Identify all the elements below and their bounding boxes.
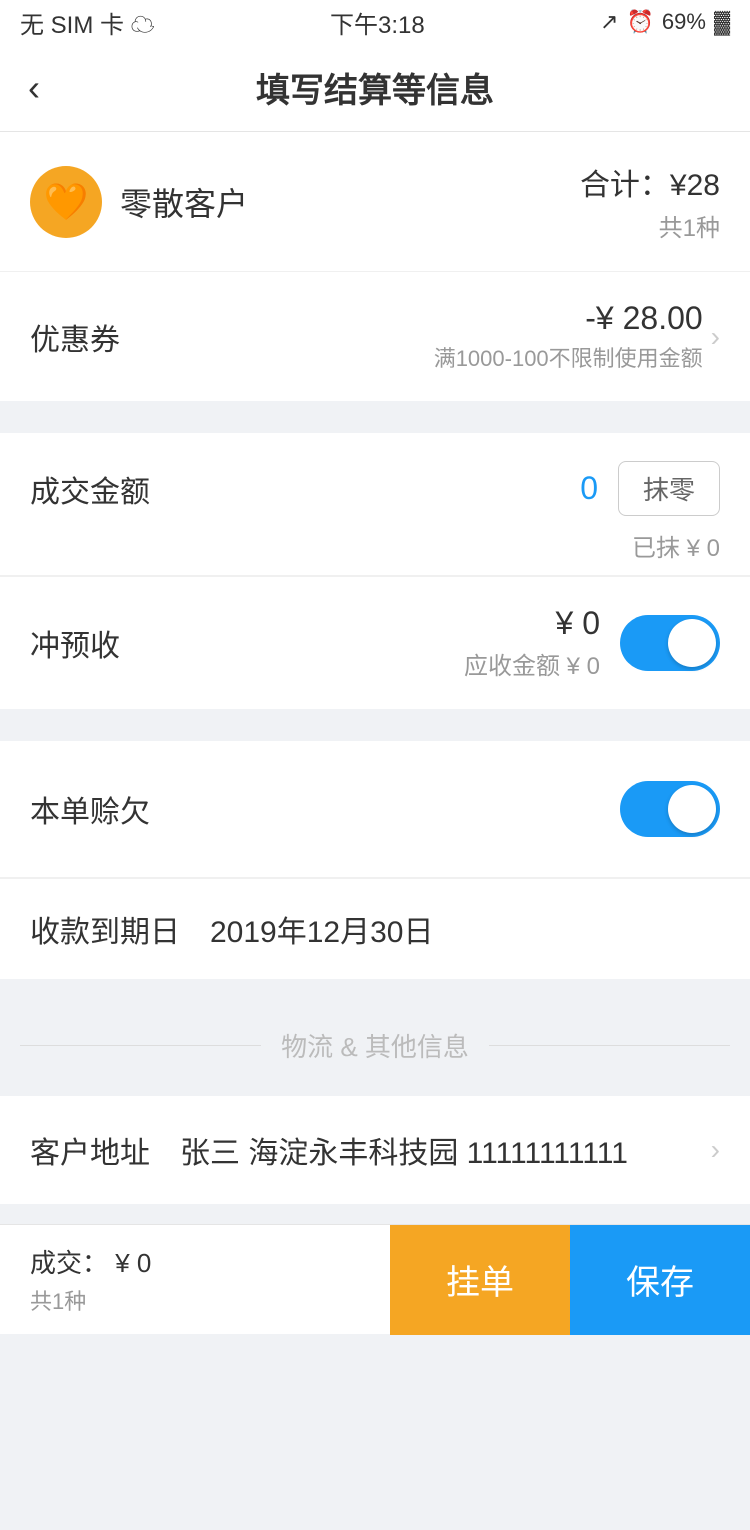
transaction-label: 成交金额	[30, 467, 150, 511]
debt-row: 本单赊欠	[0, 741, 750, 877]
logistics-label: 物流 & 其他信息	[281, 1027, 469, 1064]
toggle-knob	[668, 619, 716, 667]
coupon-amount: -¥ 28.00	[434, 300, 703, 337]
transaction-section: 成交金额 0 抹零 已抹 ¥ 0 冲预收 ¥ 0 应收金额 ¥ 0	[0, 433, 750, 709]
prepay-right: ¥ 0 应收金额 ¥ 0	[464, 605, 720, 681]
divider-line-right	[489, 1045, 730, 1046]
separator-2	[0, 725, 750, 741]
separator-1	[0, 417, 750, 433]
coupon-label: 优惠券	[30, 315, 120, 359]
customer-total: 合计：¥28 共1种	[580, 160, 720, 243]
prepay-row: 冲预收 ¥ 0 应收金额 ¥ 0	[0, 576, 750, 709]
bottom-bar: 成交： ¥ 0 共1种 挂单 保存	[0, 1224, 750, 1334]
bottom-summary: 成交： ¥ 0 共1种	[0, 1243, 390, 1316]
customer-name: 零散客户	[120, 179, 248, 225]
prepay-sub: 应收金额 ¥ 0	[464, 646, 600, 681]
hang-order-button[interactable]: 挂单	[390, 1225, 570, 1335]
save-button[interactable]: 保存	[570, 1225, 750, 1335]
avatar-icon: 🧡	[44, 181, 89, 223]
separator-3	[0, 995, 750, 1011]
debt-toggle-knob	[668, 785, 716, 833]
bottom-padding	[0, 1420, 750, 1530]
round-off-button[interactable]: 抹零	[618, 461, 720, 516]
transaction-sub: 已抹 ¥ 0	[0, 528, 750, 575]
total-count: 共1种	[580, 208, 720, 243]
address-section: 客户地址 张三 海淀永丰科技园 11111111111 ›	[0, 1096, 750, 1204]
total-label: 合计：¥28	[580, 160, 720, 204]
address-label: 客户地址	[30, 1128, 150, 1172]
separator-4	[0, 1080, 750, 1096]
coupon-content: -¥ 28.00 满1000-100不限制使用金额	[434, 300, 703, 373]
status-bar-time: 下午3:18	[330, 5, 425, 40]
logistics-divider: 物流 & 其他信息	[0, 1011, 750, 1080]
debt-section: 本单赊欠 收款到期日 2019年12月30日	[0, 741, 750, 979]
customer-row: 🧡 零散客户 合计：¥28 共1种	[0, 132, 750, 271]
customer-info: 🧡 零散客户	[30, 166, 248, 238]
chevron-right-icon: ›	[711, 321, 720, 353]
page-title: 填写结算等信息	[256, 63, 494, 112]
location-icon: ↗	[600, 9, 618, 35]
duedate-row[interactable]: 收款到期日 2019年12月30日	[0, 878, 750, 979]
status-bar: 无 SIM 卡 ☁ 下午3:18 ↗ ⏰ 69% ▓	[0, 0, 750, 44]
back-button[interactable]: ‹	[28, 67, 40, 109]
status-bar-left: 无 SIM 卡 ☁	[20, 5, 155, 40]
status-bar-right: ↗ ⏰ 69% ▓	[600, 9, 730, 35]
prepay-label: 冲预收	[30, 621, 120, 665]
address-value: 张三 海淀永丰科技园 11111111111	[180, 1128, 711, 1172]
debt-label: 本单赊欠	[30, 787, 150, 831]
bottom-summary-count: 共1种	[30, 1284, 360, 1316]
sim-status: 无 SIM 卡 ☁	[20, 5, 155, 40]
prepay-amount: ¥ 0	[464, 605, 600, 642]
alarm-icon: ⏰	[626, 9, 653, 35]
divider-line-left	[20, 1045, 261, 1046]
duedate-value: 2019年12月30日	[210, 907, 433, 951]
transaction-value: 0	[580, 470, 598, 507]
bottom-summary-title: 成交： ¥ 0	[30, 1243, 360, 1280]
customer-avatar: 🧡	[30, 166, 102, 238]
address-row[interactable]: 客户地址 张三 海淀永丰科技园 11111111111 ›	[0, 1096, 750, 1204]
transaction-right: 0 抹零	[580, 461, 720, 516]
prepay-amounts: ¥ 0 应收金额 ¥ 0	[464, 605, 600, 681]
address-chevron-icon: ›	[711, 1134, 720, 1166]
battery-level: 69%	[662, 9, 706, 35]
duedate-label: 收款到期日	[30, 907, 180, 951]
coupon-description: 满1000-100不限制使用金额	[434, 341, 703, 373]
coupon-row[interactable]: 优惠券 -¥ 28.00 满1000-100不限制使用金额 ›	[0, 271, 750, 401]
battery-icon: ▓	[714, 9, 730, 35]
coupon-right: -¥ 28.00 满1000-100不限制使用金额 ›	[434, 300, 720, 373]
customer-section: 🧡 零散客户 合计：¥28 共1种 优惠券 -¥ 28.00 满1000-100…	[0, 132, 750, 401]
debt-toggle[interactable]	[620, 781, 720, 837]
prepay-toggle[interactable]	[620, 615, 720, 671]
nav-bar: ‹ 填写结算等信息	[0, 44, 750, 132]
